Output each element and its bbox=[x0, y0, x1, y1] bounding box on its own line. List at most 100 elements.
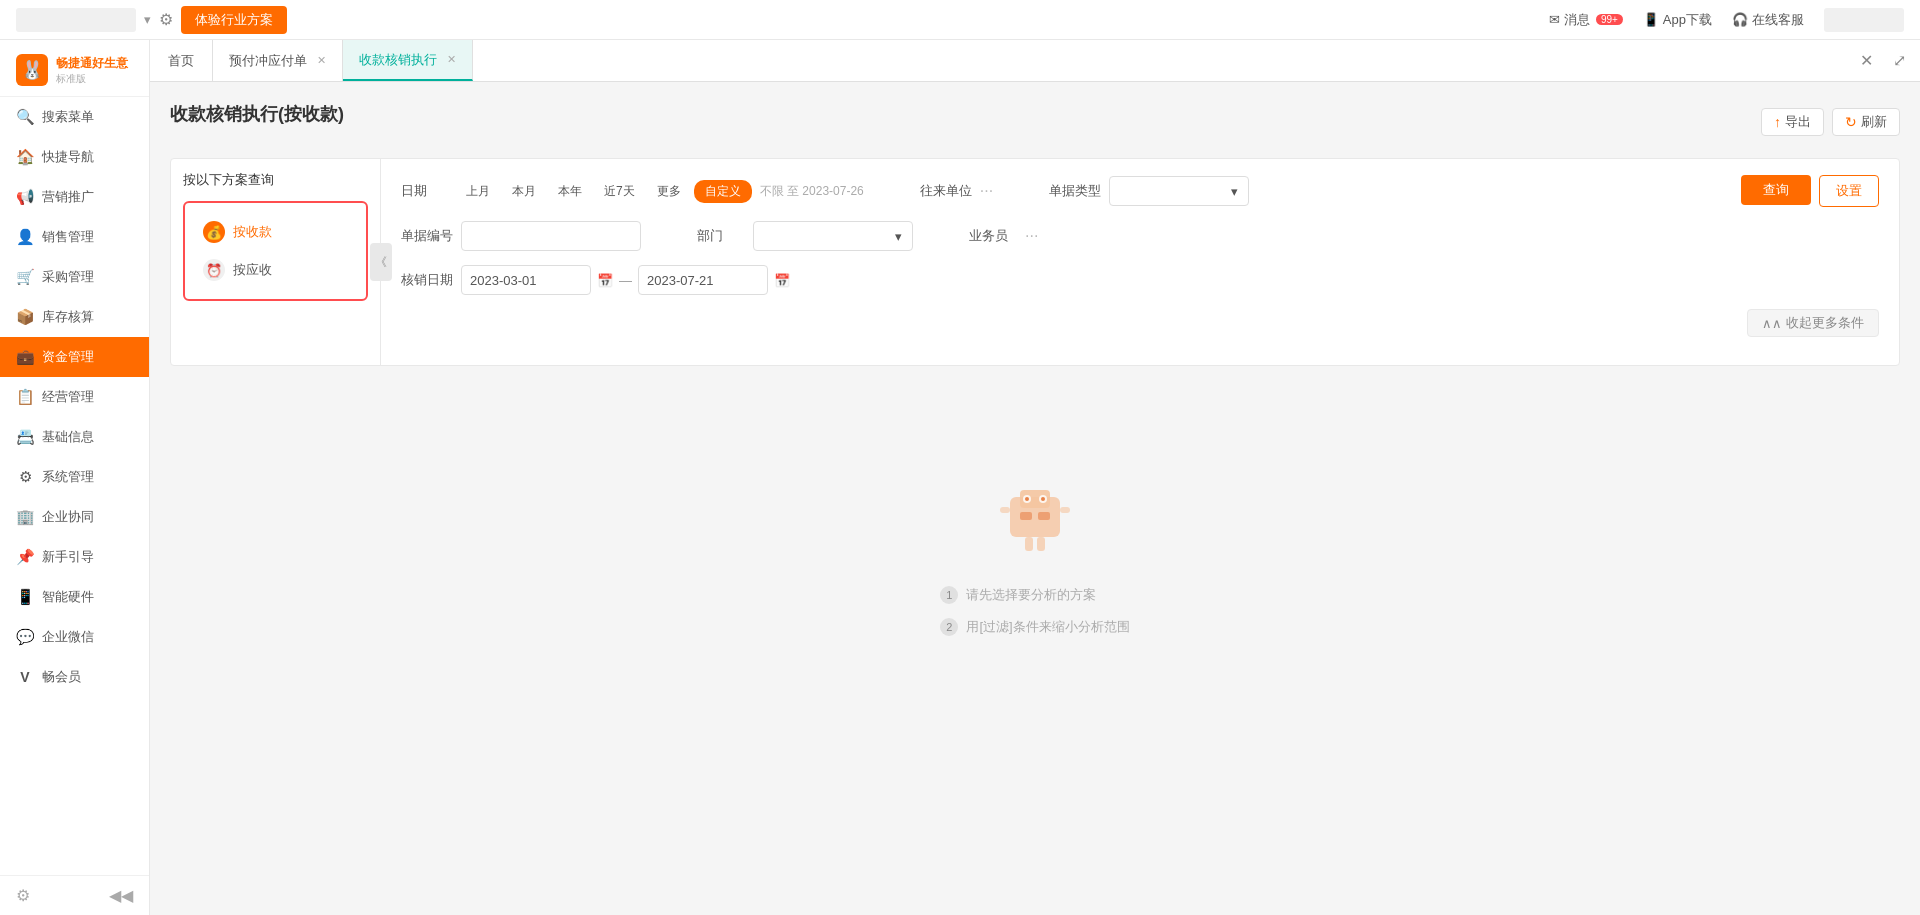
industry-solution-button[interactable]: 体验行业方案 bbox=[181, 6, 287, 34]
app-download-item[interactable]: 📱 App下载 bbox=[1643, 11, 1712, 29]
refresh-button[interactable]: ↻ 刷新 bbox=[1832, 108, 1900, 136]
sidebar-item-finance[interactable]: 💼 资金管理 bbox=[0, 337, 149, 377]
brand-dropdown[interactable]: ▾ bbox=[144, 12, 151, 27]
verify-date-start-input[interactable] bbox=[461, 265, 591, 295]
sidebar-item-sales[interactable]: 👤 销售管理 bbox=[0, 217, 149, 257]
svg-rect-6 bbox=[1020, 512, 1032, 520]
sidebar-item-marketing[interactable]: 📢 营销推广 bbox=[0, 177, 149, 217]
setting-button[interactable]: 设置 bbox=[1819, 175, 1879, 207]
query-row-3: 核销日期 📅 — 📅 bbox=[401, 265, 1879, 295]
sidebar-item-quick-nav[interactable]: 🏠 快捷导航 bbox=[0, 137, 149, 177]
filter-option-by-receivable[interactable]: ⏰ 按应收 bbox=[193, 251, 358, 289]
sidebar-item-purchase[interactable]: 🛒 采购管理 bbox=[0, 257, 149, 297]
date-shortcuts: 上月 本月 本年 近7天 更多 自定义 bbox=[457, 180, 752, 203]
inventory-icon: 📦 bbox=[16, 308, 34, 326]
sidebar-item-label: 基础信息 bbox=[42, 428, 94, 446]
svg-point-4 bbox=[1025, 497, 1029, 501]
message-item[interactable]: ✉ 消息 99+ bbox=[1549, 11, 1623, 29]
sidebar-item-inventory[interactable]: 📦 库存核算 bbox=[0, 297, 149, 337]
tab-receipt-close[interactable]: ✕ bbox=[447, 53, 456, 66]
calendar-end-icon[interactable]: 📅 bbox=[774, 273, 790, 288]
user-area[interactable] bbox=[1824, 8, 1904, 32]
sidebar-item-basic-info[interactable]: 📇 基础信息 bbox=[0, 417, 149, 457]
refresh-label: 刷新 bbox=[1861, 113, 1887, 131]
doc-type-label: 单据类型 bbox=[1049, 182, 1101, 200]
verify-date-input-row: 📅 — 📅 bbox=[461, 265, 790, 295]
maximize-icon[interactable]: ⤢ bbox=[1883, 43, 1916, 78]
date-btn-more[interactable]: 更多 bbox=[648, 180, 690, 203]
sidebar-item-smart-hw[interactable]: 📱 智能硬件 bbox=[0, 577, 149, 617]
dept-label: 部门 bbox=[697, 227, 745, 245]
sidebar-item-operations[interactable]: 📋 经营管理 bbox=[0, 377, 149, 417]
query-row-2: 单据编号 部门 ▾ 业务员 ··· bbox=[401, 221, 1879, 251]
sidebar-item-wechat-biz[interactable]: 💬 企业微信 bbox=[0, 617, 149, 657]
sidebar-item-enterprise[interactable]: 🏢 企业协同 bbox=[0, 497, 149, 537]
counterparty-input[interactable]: ··· bbox=[980, 182, 993, 200]
tab-home[interactable]: 首页 bbox=[150, 40, 213, 81]
refresh-icon: ↻ bbox=[1845, 114, 1857, 130]
counterparty-label: 往来单位 bbox=[920, 182, 972, 200]
online-service-label: 在线客服 bbox=[1752, 11, 1804, 29]
svg-rect-11 bbox=[1060, 507, 1070, 513]
dept-field: 部门 ▾ bbox=[697, 221, 913, 251]
gear-icon[interactable]: ⚙ bbox=[159, 10, 173, 29]
smart-hw-icon: 📱 bbox=[16, 588, 34, 606]
sidebar-item-label: 系统管理 bbox=[42, 468, 94, 486]
sidebar-version: 标准版 bbox=[56, 72, 128, 86]
sidebar-item-label: 采购管理 bbox=[42, 268, 94, 286]
collapse-filter-panel-button[interactable]: 《 bbox=[370, 243, 392, 281]
staff-field: 业务员 ··· bbox=[969, 227, 1038, 245]
sidebar-bottom: ⚙ ◀◀ bbox=[0, 875, 149, 915]
tab-receipt[interactable]: 收款核销执行 ✕ bbox=[343, 40, 473, 81]
empty-tip-2: 用[过滤]条件来缩小分析范围 bbox=[966, 614, 1129, 640]
doc-type-select[interactable]: ▾ bbox=[1109, 176, 1249, 206]
by-receivable-label: 按应收 bbox=[233, 261, 272, 279]
top-bar-right: ✉ 消息 99+ 📱 App下载 🎧 在线客服 bbox=[1549, 8, 1904, 32]
sidebar-item-label: 资金管理 bbox=[42, 348, 94, 366]
settings-icon[interactable]: ⚙ bbox=[16, 886, 30, 905]
sidebar-logo-text: 畅捷通好生意 标准版 bbox=[56, 55, 128, 86]
verify-date-label: 核销日期 bbox=[401, 271, 453, 289]
online-service-item[interactable]: 🎧 在线客服 bbox=[1732, 11, 1804, 29]
doc-no-label: 单据编号 bbox=[401, 227, 453, 245]
tip-2-num: 2 bbox=[940, 618, 958, 636]
export-label: 导出 bbox=[1785, 113, 1811, 131]
sidebar-item-label: 新手引导 bbox=[42, 548, 94, 566]
sidebar-item-label: 经营管理 bbox=[42, 388, 94, 406]
date-btn-last-month[interactable]: 上月 bbox=[457, 180, 499, 203]
sidebar-item-vip[interactable]: V 畅会员 bbox=[0, 657, 149, 697]
sidebar-logo: 🐰 畅捷通好生意 标准版 bbox=[0, 40, 149, 97]
svg-rect-10 bbox=[1000, 507, 1010, 513]
export-button[interactable]: ↑ 导出 bbox=[1761, 108, 1824, 136]
sidebar-item-sys-mgmt[interactable]: ⚙ 系统管理 bbox=[0, 457, 149, 497]
staff-input[interactable]: ··· bbox=[1025, 227, 1038, 245]
date-btn-this-month[interactable]: 本月 bbox=[503, 180, 545, 203]
staff-label: 业务员 bbox=[969, 227, 1017, 245]
date-btn-custom[interactable]: 自定义 bbox=[694, 180, 752, 203]
tab-prepay[interactable]: 预付冲应付单 ✕ bbox=[213, 40, 343, 81]
sidebar-item-newbie[interactable]: 📌 新手引导 bbox=[0, 537, 149, 577]
date-btn-7days[interactable]: 近7天 bbox=[595, 180, 644, 203]
phone-icon: 📱 bbox=[1643, 12, 1659, 27]
tab-prepay-close[interactable]: ✕ bbox=[317, 54, 326, 67]
collapse-sidebar-icon[interactable]: ◀◀ bbox=[109, 886, 133, 905]
close-window-icon[interactable]: ✕ bbox=[1850, 43, 1883, 78]
verify-date-end-input[interactable] bbox=[638, 265, 768, 295]
query-button[interactable]: 查询 bbox=[1741, 175, 1811, 205]
newbie-icon: 📌 bbox=[16, 548, 34, 566]
date-btn-this-year[interactable]: 本年 bbox=[549, 180, 591, 203]
filter-option-by-receipt[interactable]: 💰 按收款 bbox=[193, 213, 358, 251]
sidebar-item-search-menu[interactable]: 🔍 搜索菜单 bbox=[0, 97, 149, 137]
query-btn-area: 查询 设置 bbox=[1741, 175, 1879, 207]
collapse-more-button[interactable]: ∧∧ 收起更多条件 bbox=[1747, 309, 1879, 337]
sys-mgmt-icon: ⚙ bbox=[16, 468, 34, 486]
service-icon: 🎧 bbox=[1732, 12, 1748, 27]
empty-tip-1: 请先选择要分析的方案 bbox=[966, 582, 1096, 608]
tab-receipt-label: 收款核销执行 bbox=[359, 51, 437, 69]
dept-select[interactable]: ▾ bbox=[753, 221, 913, 251]
empty-tip-1-row: 1 请先选择要分析的方案 bbox=[940, 582, 1129, 608]
doc-no-input[interactable] bbox=[461, 221, 641, 251]
basic-info-icon: 📇 bbox=[16, 428, 34, 446]
marketing-icon: 📢 bbox=[16, 188, 34, 206]
calendar-start-icon[interactable]: 📅 bbox=[597, 273, 613, 288]
